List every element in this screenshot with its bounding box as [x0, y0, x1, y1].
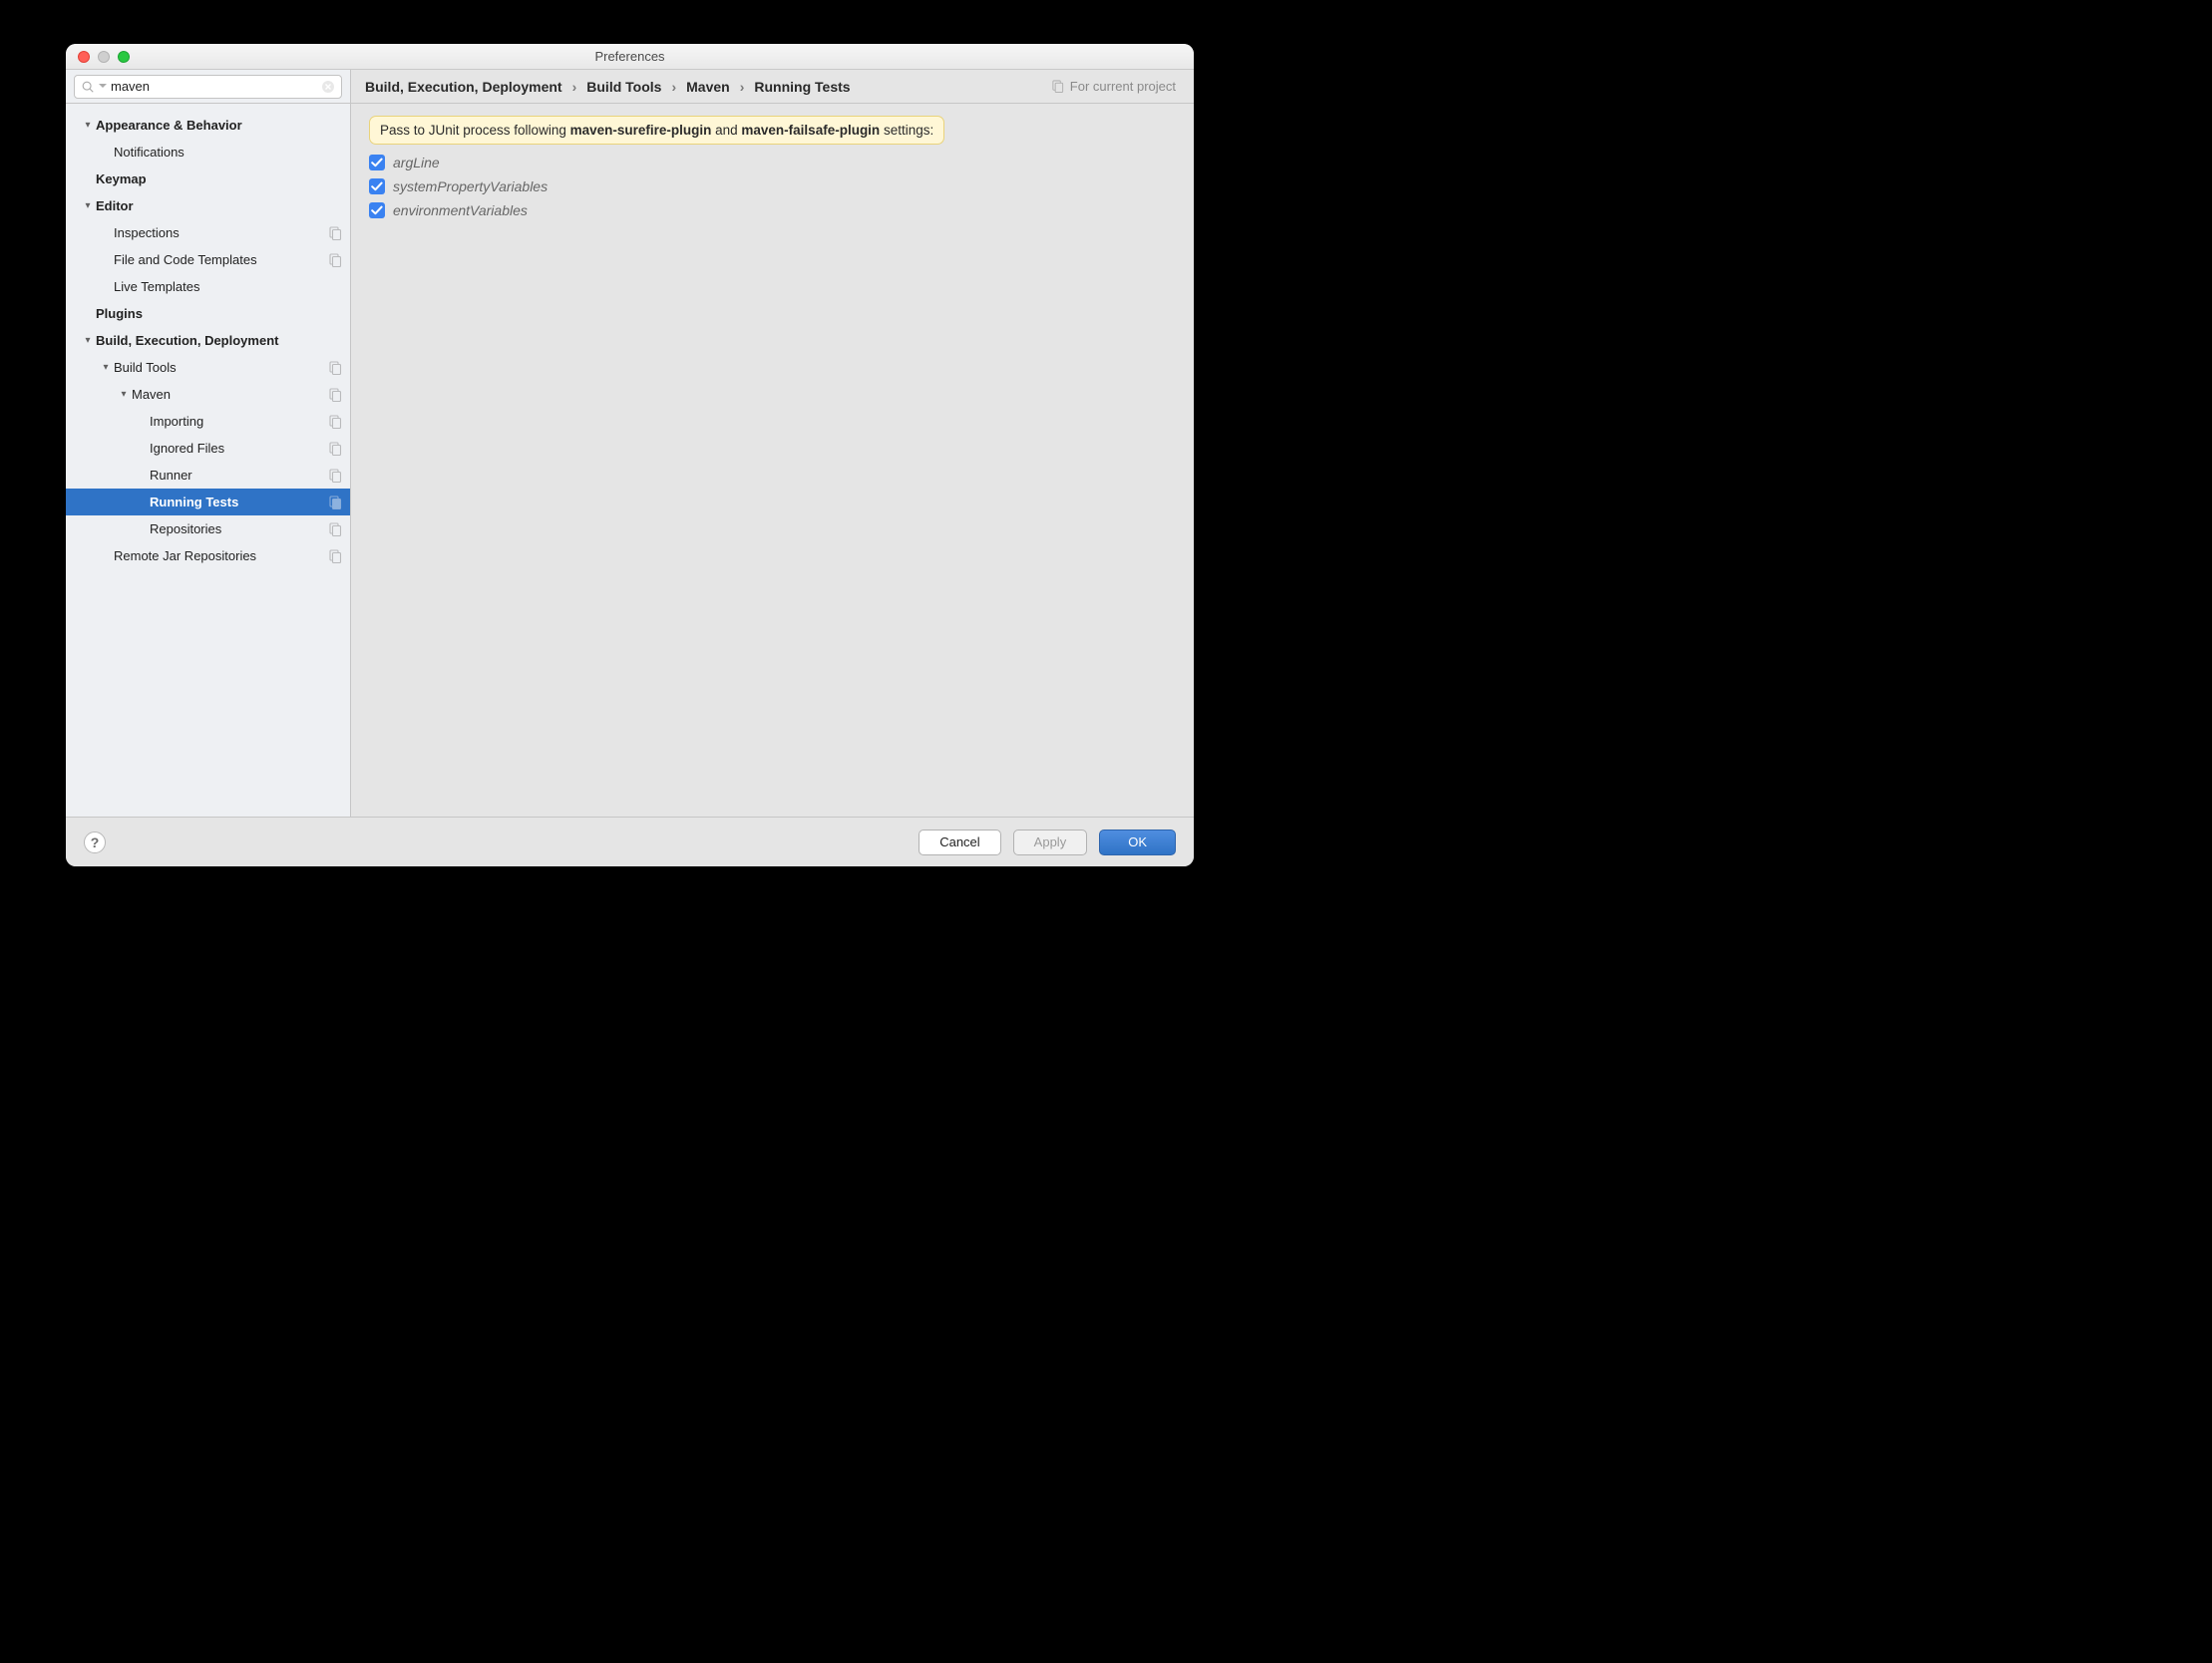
preferences-window: Preferences Build, Execution, Deployment…: [66, 44, 1194, 866]
sidebar-item-label: Build Tools: [114, 360, 324, 375]
sidebar-item-file-and-code-templates[interactable]: File and Code Templates: [66, 246, 350, 273]
option-row-systemPropertyVariables: systemPropertyVariables: [369, 178, 1176, 194]
chevron-down-icon[interactable]: ▾: [98, 362, 114, 373]
project-scope-icon: [328, 388, 342, 402]
chevron-right-icon: ›: [572, 79, 577, 95]
sidebar-item-label: Keymap: [96, 171, 342, 186]
sidebar-item-inspections[interactable]: Inspections: [66, 219, 350, 246]
breadcrumb-item[interactable]: Maven: [686, 79, 730, 95]
option-row-argLine: argLine: [369, 155, 1176, 170]
cancel-button[interactable]: Cancel: [919, 830, 1000, 855]
ok-button[interactable]: OK: [1099, 830, 1176, 855]
option-row-environmentVariables: environmentVariables: [369, 202, 1176, 218]
breadcrumb-item[interactable]: Build, Execution, Deployment: [365, 79, 562, 95]
content-pane: Pass to JUnit process following maven-su…: [351, 104, 1194, 817]
scope-label: For current project: [1070, 79, 1176, 94]
project-scope-icon: [328, 226, 342, 240]
breadcrumb-item[interactable]: Running Tests: [754, 79, 850, 95]
sidebar-item-label: Editor: [96, 198, 342, 213]
sidebar-item-label: Running Tests: [150, 495, 324, 509]
sidebar-item-running-tests[interactable]: Running Tests: [66, 489, 350, 515]
sidebar-item-label: Ignored Files: [150, 441, 324, 456]
search-icon: [81, 80, 95, 94]
chevron-down-icon[interactable]: ▾: [80, 120, 96, 131]
callout-plugin-2: maven-failsafe-plugin: [741, 123, 880, 138]
chevron-right-icon: ›: [740, 79, 745, 95]
sidebar-item-label: Plugins: [96, 306, 342, 321]
clear-search-icon[interactable]: [321, 80, 335, 94]
sidebar-item-label: Importing: [150, 414, 324, 429]
chevron-down-icon[interactable]: ▾: [80, 335, 96, 346]
apply-button[interactable]: Apply: [1013, 830, 1088, 855]
sidebar-item-label: Build, Execution, Deployment: [96, 333, 342, 348]
sidebar-item-repositories[interactable]: Repositories: [66, 515, 350, 542]
project-scope-icon: [328, 522, 342, 536]
option-label: argLine: [393, 155, 440, 170]
checkbox-environmentVariables[interactable]: [369, 202, 385, 218]
project-scope-icon: [328, 549, 342, 563]
sidebar-item-importing[interactable]: Importing: [66, 408, 350, 435]
sidebar-item-label: Runner: [150, 468, 324, 483]
sidebar[interactable]: ▾Appearance & BehaviorNotificationsKeyma…: [66, 104, 351, 817]
callout-text: settings:: [880, 123, 933, 138]
sidebar-item-ignored-files[interactable]: Ignored Files: [66, 435, 350, 462]
sidebar-item-build-execution-deployment[interactable]: ▾Build, Execution, Deployment: [66, 327, 350, 354]
project-scope-icon: [1051, 80, 1064, 93]
sidebar-item-label: Repositories: [150, 521, 324, 536]
option-label: systemPropertyVariables: [393, 178, 548, 194]
sidebar-item-label: Appearance & Behavior: [96, 118, 342, 133]
callout-plugin-1: maven-surefire-plugin: [570, 123, 712, 138]
zoom-window-button[interactable]: [118, 51, 130, 63]
sidebar-item-remote-jar-repositories[interactable]: Remote Jar Repositories: [66, 542, 350, 569]
window-controls: [66, 51, 130, 63]
footer: ? Cancel Apply OK: [66, 817, 1194, 866]
project-scope-icon: [328, 496, 342, 509]
sidebar-item-maven[interactable]: ▾Maven: [66, 381, 350, 408]
sidebar-item-live-templates[interactable]: Live Templates: [66, 273, 350, 300]
header-row: Build, Execution, Deployment › Build Too…: [66, 70, 1194, 104]
minimize-window-button[interactable]: [98, 51, 110, 63]
sidebar-item-label: Maven: [132, 387, 324, 402]
option-label: environmentVariables: [393, 202, 528, 218]
sidebar-item-keymap[interactable]: Keymap: [66, 166, 350, 192]
sidebar-item-notifications[interactable]: Notifications: [66, 139, 350, 166]
callout-text: Pass to JUnit process following: [380, 123, 570, 138]
chevron-down-icon[interactable]: ▾: [116, 389, 132, 400]
search-box[interactable]: [74, 75, 342, 99]
options-list: argLine systemPropertyVariables environmen…: [369, 155, 1176, 218]
sidebar-item-label: Live Templates: [114, 279, 342, 294]
sidebar-item-appearance-behavior[interactable]: ▾Appearance & Behavior: [66, 112, 350, 139]
project-scope-icon: [328, 361, 342, 375]
search-scope-dropdown-icon[interactable]: [99, 84, 107, 89]
project-scope-icon: [328, 442, 342, 456]
sidebar-item-label: Inspections: [114, 225, 324, 240]
project-scope-icon: [328, 415, 342, 429]
help-button[interactable]: ?: [84, 832, 106, 853]
project-scope-icon: [328, 469, 342, 483]
breadcrumb-item[interactable]: Build Tools: [586, 79, 661, 95]
sidebar-item-label: File and Code Templates: [114, 252, 324, 267]
search-input[interactable]: [111, 79, 321, 94]
chevron-down-icon[interactable]: ▾: [80, 200, 96, 211]
body: ▾Appearance & BehaviorNotificationsKeyma…: [66, 104, 1194, 817]
sidebar-item-build-tools[interactable]: ▾Build Tools: [66, 354, 350, 381]
search-wrap: [66, 70, 351, 103]
sidebar-item-label: Notifications: [114, 145, 342, 160]
close-window-button[interactable]: [78, 51, 90, 63]
settings-callout: Pass to JUnit process following maven-su…: [369, 116, 944, 145]
checkbox-argLine[interactable]: [369, 155, 385, 170]
sidebar-item-plugins[interactable]: Plugins: [66, 300, 350, 327]
sidebar-item-runner[interactable]: Runner: [66, 462, 350, 489]
window-title: Preferences: [66, 49, 1194, 64]
sidebar-item-editor[interactable]: ▾Editor: [66, 192, 350, 219]
scope-indicator: For current project: [1051, 70, 1176, 103]
checkbox-systemPropertyVariables[interactable]: [369, 178, 385, 194]
chevron-right-icon: ›: [671, 79, 676, 95]
titlebar: Preferences: [66, 44, 1194, 70]
project-scope-icon: [328, 253, 342, 267]
sidebar-item-label: Remote Jar Repositories: [114, 548, 324, 563]
callout-text: and: [711, 123, 741, 138]
